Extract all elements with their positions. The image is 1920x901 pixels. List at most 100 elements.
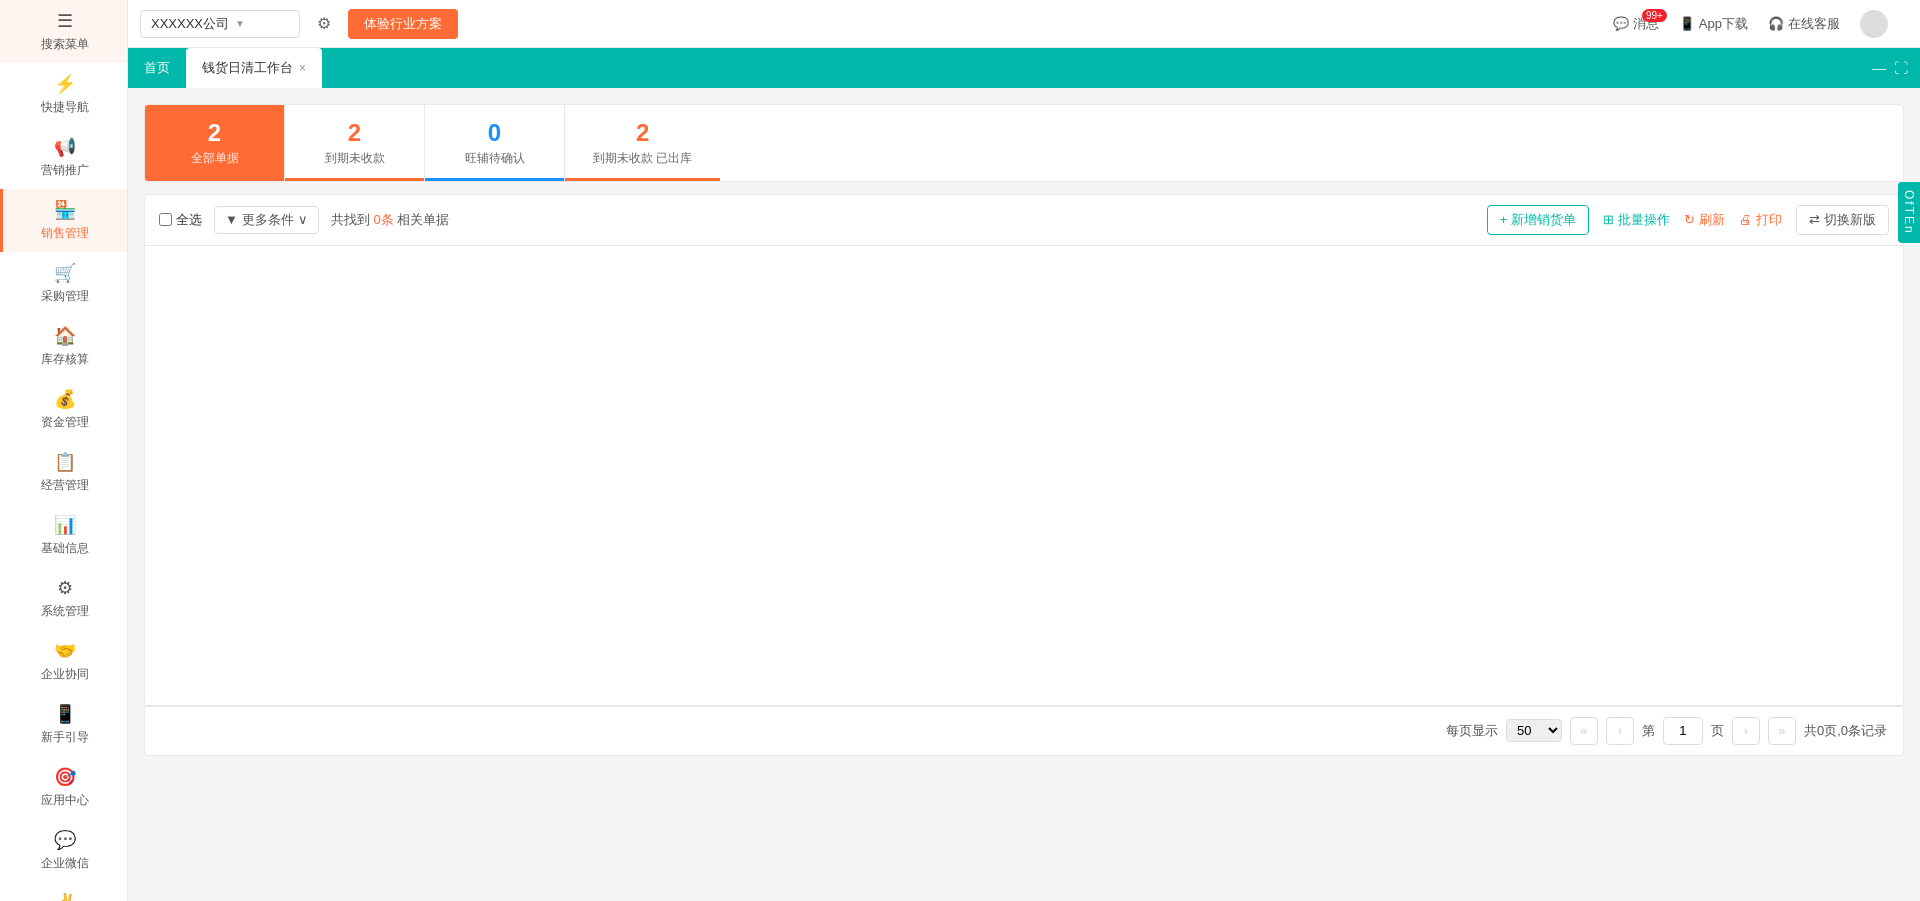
stat-overdue-unshipped-underline (565, 178, 720, 181)
sidebar-item-app-center[interactable]: 🎯 应用中心 (0, 756, 127, 819)
sidebar-item-quick-nav-label: 快捷导航 (41, 99, 89, 116)
print-label: 打印 (1756, 211, 1782, 229)
member-icon: ✌ (54, 892, 76, 901)
per-page-label: 每页显示 (1446, 722, 1498, 740)
sidebar-item-purchase[interactable]: 🛒 采购管理 (0, 252, 127, 315)
first-page-button[interactable]: « (1570, 717, 1598, 745)
select-all-checkbox[interactable]: 全选 (159, 211, 202, 229)
message-button[interactable]: 💬 消息 99+ (1613, 15, 1659, 33)
app-download-label: App下载 (1699, 15, 1748, 33)
finance-icon: 💰 (54, 388, 76, 410)
stat-overdue-unshipped-number: 2 (593, 119, 692, 148)
filter-button[interactable]: ▼ 更多条件 ∨ (214, 206, 319, 234)
collab-icon: 🤝 (54, 640, 76, 662)
online-service-button[interactable]: 🎧 在线客服 (1768, 15, 1840, 33)
stat-all-label: 全部单据 (173, 150, 256, 167)
print-icon: 🖨 (1739, 212, 1752, 227)
stat-overdue-unpaid[interactable]: 2 到期未收款 (285, 105, 425, 181)
top-header: 6 畅捷通好生意 标准版 XXXXXX公司 ▼ ⚙ 体验行业方案 💬 消息 99… (0, 0, 1920, 48)
sidebar-item-marketing-label: 营销推广 (41, 162, 89, 179)
next-page-button[interactable]: › (1732, 717, 1760, 745)
batch-icon: ⊞ (1603, 212, 1614, 227)
select-all-input[interactable] (159, 213, 172, 226)
app-center-icon: 🎯 (54, 766, 76, 788)
toolbar-right: + 新增销货单 ⊞ 批量操作 ↻ 刷新 🖨 打印 ⇄ 切换新版 (1487, 205, 1889, 235)
add-sales-order-button[interactable]: + 新增销货单 (1487, 205, 1589, 235)
stats-row: 2 全部单据 2 到期未收款 0 旺辅待确认 2 到期未收款 已出库 (144, 104, 1904, 182)
print-button[interactable]: 🖨 打印 (1739, 211, 1782, 229)
sidebar-item-operations[interactable]: 📋 经营管理 (0, 441, 127, 504)
stat-overdue-unpaid-number: 2 (313, 119, 396, 148)
message-icon: 💬 (1613, 16, 1629, 31)
purchase-icon: 🛒 (54, 262, 76, 284)
company-dropdown-arrow: ▼ (235, 18, 245, 29)
toolbar-left: 全选 ▼ 更多条件 ∨ 共找到 0条 相关单据 (159, 206, 1475, 234)
batch-operation-button[interactable]: ⊞ 批量操作 (1603, 211, 1670, 229)
online-service-icon: 🎧 (1768, 16, 1784, 31)
stat-all[interactable]: 2 全部单据 (145, 105, 285, 181)
sidebar-item-marketing[interactable]: 📢 营销推广 (0, 126, 127, 189)
app-download-button[interactable]: 📱 App下载 (1679, 15, 1748, 33)
empty-area (145, 246, 1903, 646)
sidebar-item-system-label: 系统管理 (41, 603, 89, 620)
refresh-button[interactable]: ↻ 刷新 (1684, 211, 1725, 229)
sidebar-item-wechat-label: 企业微信 (41, 855, 89, 872)
maximize-button[interactable]: ⛶ (1894, 60, 1908, 76)
sidebar-item-collab[interactable]: 🤝 企业协同 (0, 630, 127, 693)
total-label: 共0页,0条记录 (1804, 722, 1887, 740)
refresh-icon: ↻ (1684, 212, 1695, 227)
stat-overdue-unshipped-label: 到期未收款 已出库 (593, 150, 692, 167)
sidebar-item-wechat[interactable]: 💬 企业微信 (0, 819, 127, 882)
operations-icon: 📋 (54, 451, 76, 473)
pagination: 每页显示 50 10 20 100 « ‹ 第 页 › » 共0页,0条记录 (144, 706, 1904, 756)
often-badge[interactable]: OfTEn (1898, 182, 1920, 243)
sidebar-item-basic-info-label: 基础信息 (41, 540, 89, 557)
stat-overdue-unshipped[interactable]: 2 到期未收款 已出库 (565, 105, 720, 181)
per-page-select[interactable]: 50 10 20 100 (1506, 719, 1562, 742)
sidebar-item-operations-label: 经营管理 (41, 477, 89, 494)
sidebar-item-sales[interactable]: 🏪 销售管理 (0, 189, 127, 252)
sidebar-item-guide[interactable]: 📱 新手引导 (0, 693, 127, 756)
sidebar-item-purchase-label: 采购管理 (41, 288, 89, 305)
filter-arrow-icon: ∨ (298, 212, 308, 227)
sidebar-item-member[interactable]: ✌ 畅会员 (0, 882, 127, 901)
wechat-icon: 💬 (54, 829, 76, 851)
tab-workbench[interactable]: 钱货日清工作台 × (186, 48, 322, 88)
company-name: XXXXXX公司 (151, 15, 229, 33)
minimize-button[interactable]: — (1872, 60, 1886, 76)
avatar[interactable] (1860, 10, 1888, 38)
filter-icon: ▼ (225, 212, 238, 227)
last-page-button[interactable]: » (1768, 717, 1796, 745)
sidebar: ☰ 搜索菜单 ⚡ 快捷导航 📢 营销推广 🏪 销售管理 🛒 采购管理 🏠 库存核… (0, 0, 128, 901)
stat-pending-confirm[interactable]: 0 旺辅待确认 (425, 105, 565, 181)
settings-button[interactable]: ⚙ (308, 8, 340, 40)
sidebar-item-search[interactable]: ☰ 搜索菜单 (0, 0, 127, 63)
found-count: 0条 (374, 212, 394, 227)
batch-label: 批量操作 (1618, 211, 1670, 229)
sidebar-item-inventory[interactable]: 🏠 库存核算 (0, 315, 127, 378)
page-input[interactable] (1663, 717, 1703, 745)
trial-button[interactable]: 体验行业方案 (348, 9, 458, 39)
sidebar-item-finance[interactable]: 💰 资金管理 (0, 378, 127, 441)
main-content: 2 全部单据 2 到期未收款 0 旺辅待确认 2 到期未收款 已出库 全选 ▼ (128, 88, 1920, 901)
sidebar-item-system[interactable]: ⚙ 系统管理 (0, 567, 127, 630)
inventory-icon: 🏠 (54, 325, 76, 347)
switch-version-button[interactable]: ⇄ 切换新版 (1796, 205, 1889, 235)
sidebar-item-quick-nav[interactable]: ⚡ 快捷导航 (0, 63, 127, 126)
company-selector[interactable]: XXXXXX公司 ▼ (140, 10, 300, 38)
tab-home-label: 首页 (144, 59, 170, 77)
sidebar-item-basic-info[interactable]: 📊 基础信息 (0, 504, 127, 567)
found-suffix: 相关单据 (397, 212, 449, 227)
stat-pending-confirm-number: 0 (453, 119, 536, 148)
prev-page-button[interactable]: ‹ (1606, 717, 1634, 745)
select-all-label: 全选 (176, 211, 202, 229)
page-label-2: 页 (1711, 722, 1724, 740)
basic-info-icon: 📊 (54, 514, 76, 536)
message-badge: 99+ (1642, 9, 1667, 22)
page-label: 第 (1642, 722, 1655, 740)
app-download-icon: 📱 (1679, 16, 1695, 31)
sales-icon: 🏪 (54, 199, 76, 221)
sidebar-item-guide-label: 新手引导 (41, 729, 89, 746)
tab-home[interactable]: 首页 (128, 48, 186, 88)
tab-workbench-close[interactable]: × (299, 61, 306, 75)
